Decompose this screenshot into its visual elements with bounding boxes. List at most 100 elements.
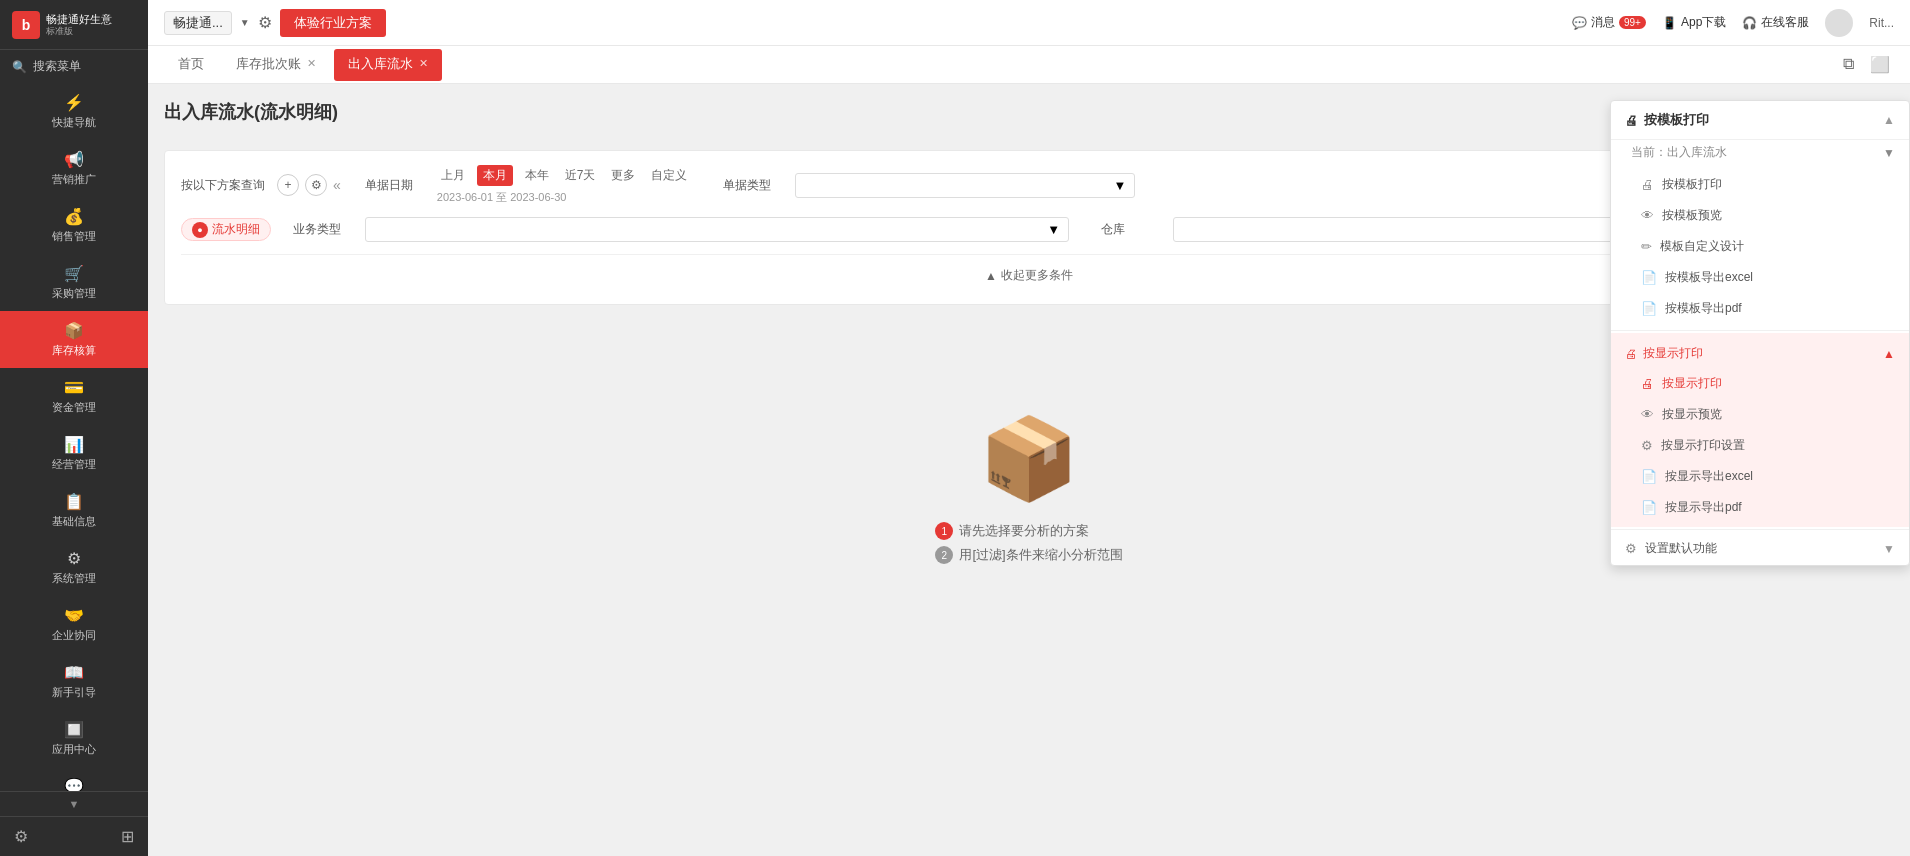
sidebar-item-system[interactable]: ⚙ 系统管理	[0, 539, 148, 596]
sidebar-item-wechat[interactable]: 💬 企业微信	[0, 767, 148, 791]
display-section-toggle[interactable]: ▲	[1883, 347, 1895, 361]
dropdown-item-display-pdf[interactable]: 📄 按显示导出pdf	[1611, 492, 1909, 523]
sidebar-item-inventory[interactable]: 📦 库存核算	[0, 311, 148, 368]
type-dropdown[interactable]: ▼	[795, 173, 1135, 198]
display-excel-icon: 📄	[1641, 469, 1657, 484]
date-tab-7days[interactable]: 近7天	[561, 165, 600, 186]
header-gear-icon[interactable]: ⚙	[258, 13, 272, 32]
step-1-num: 1	[935, 522, 953, 540]
date-tab-last-month[interactable]: 上月	[437, 165, 469, 186]
filter-collapse-btn[interactable]: «	[333, 177, 341, 193]
sidebar-search-item[interactable]: 🔍 搜索菜单	[0, 50, 148, 83]
collapse-sidebar-icon[interactable]: ⊞	[121, 827, 134, 846]
system-icon: ⚙	[67, 549, 81, 568]
date-tab-custom[interactable]: 自定义	[647, 165, 691, 186]
company-dropdown-arrow[interactable]: ▼	[240, 17, 250, 28]
business-type-label: 业务类型	[293, 221, 353, 238]
sidebar-item-label: 营销推广	[52, 172, 96, 187]
tab-flow-close[interactable]: ✕	[419, 57, 428, 70]
filter-add-btn[interactable]: +	[277, 174, 299, 196]
app-download-label: App下载	[1681, 14, 1726, 31]
dropdown-item-template-excel[interactable]: 📄 按模板导出excel	[1611, 262, 1909, 293]
app-download-btn[interactable]: 📱 App下载	[1662, 14, 1726, 31]
collapse-filter-label: 收起更多条件	[1001, 267, 1073, 284]
dropdown-display-header[interactable]: 🖨 按显示打印 ▲	[1611, 337, 1909, 368]
messages-btn[interactable]: 💬 消息 99+	[1572, 14, 1646, 31]
sidebar-item-basic[interactable]: 📋 基础信息	[0, 482, 148, 539]
filter-settings-btn[interactable]: ⚙	[305, 174, 327, 196]
step-2-num: 2	[935, 546, 953, 564]
tab-flow-label: 出入库流水	[348, 55, 413, 73]
window-maximize-icon[interactable]: ⬜	[1866, 53, 1894, 76]
online-service-btn[interactable]: 🎧 在线客服	[1742, 14, 1809, 31]
messages-label: 消息	[1591, 14, 1615, 31]
window-restore-icon[interactable]: ⧉	[1839, 53, 1858, 76]
display-print-label: 按显示打印	[1662, 375, 1722, 392]
sidebar-item-purchase[interactable]: 🛒 采购管理	[0, 254, 148, 311]
header-right: 💬 消息 99+ 📱 App下载 🎧 在线客服 Rit...	[1572, 9, 1894, 37]
dropdown-item-display-settings[interactable]: ⚙ 按显示打印设置	[1611, 430, 1909, 461]
display-settings-label: 按显示打印设置	[1661, 437, 1745, 454]
dropdown-item-display-print[interactable]: 🖨 按显示打印	[1611, 368, 1909, 399]
dropdown-toggle-icon[interactable]: ▲	[1883, 113, 1895, 127]
display-pdf-label: 按显示导出pdf	[1665, 499, 1742, 516]
template-excel-icon: 📄	[1641, 270, 1657, 285]
date-range-display: 2023-06-01 至 2023-06-30	[437, 190, 692, 205]
inventory-icon: 📦	[64, 321, 84, 340]
collab-icon: 🤝	[64, 606, 84, 625]
sidebar-item-quicknav[interactable]: ⚡ 快捷导航	[0, 83, 148, 140]
company-selector[interactable]: 畅捷通...	[164, 11, 232, 35]
settings-footer-icon[interactable]: ⚙	[14, 827, 28, 846]
template-preview-icon: 👁	[1641, 208, 1654, 223]
guide-icon: 📖	[64, 663, 84, 682]
date-tab-this-month[interactable]: 本月	[477, 165, 513, 186]
template-print-icon: 🖨	[1641, 177, 1654, 192]
sidebar-item-appstore[interactable]: 🔲 应用中心	[0, 710, 148, 767]
tab-flow[interactable]: 出入库流水 ✕	[334, 49, 442, 81]
empty-steps: 1 请先选择要分析的方案 2 用[过滤]条件来缩小分析范围	[935, 522, 1122, 570]
dropdown-item-display-excel[interactable]: 📄 按显示导出excel	[1611, 461, 1909, 492]
sidebar-item-collab[interactable]: 🤝 企业协同	[0, 596, 148, 653]
dropdown-item-template-preview[interactable]: 👁 按模板预览	[1611, 200, 1909, 231]
sidebar-search-label: 搜索菜单	[33, 58, 81, 75]
date-tab-more[interactable]: 更多	[607, 165, 639, 186]
phone-icon: 📱	[1662, 16, 1677, 30]
trial-button[interactable]: 体验行业方案	[280, 9, 386, 37]
dropdown-item-template-print[interactable]: 🖨 按模板打印	[1611, 169, 1909, 200]
sidebar-item-label: 基础信息	[52, 514, 96, 529]
edition-badge: 标准版	[46, 26, 112, 38]
dropdown-item-template-pdf[interactable]: 📄 按模板导出pdf	[1611, 293, 1909, 324]
type-filter-label: 单据类型	[723, 177, 783, 194]
sidebar-scroll-down[interactable]: ▼	[69, 798, 80, 810]
sidebar-item-finance[interactable]: 💳 资金管理	[0, 368, 148, 425]
dropdown-display-label: 按显示打印	[1643, 345, 1703, 362]
user-avatar[interactable]	[1825, 9, 1853, 37]
empty-state-icon: 📦	[979, 412, 1079, 506]
dropdown-current-arrow[interactable]: ▼	[1883, 146, 1895, 160]
sidebar-item-label: 企业协同	[52, 628, 96, 643]
display-excel-label: 按显示导出excel	[1665, 468, 1753, 485]
header-user-section: 畅捷通... ▼ ⚙ 体验行业方案	[164, 9, 1572, 37]
collapse-filter-btn[interactable]: ▲ 收起更多条件	[979, 261, 1079, 290]
dropdown-item-default-setting[interactable]: ⚙ 设置默认功能 ▼	[1611, 532, 1909, 565]
dropdown-item-display-preview[interactable]: 👁 按显示预览	[1611, 399, 1909, 430]
business-type-dropdown[interactable]: ▼	[365, 217, 1069, 242]
sidebar-item-operations[interactable]: 📊 经营管理	[0, 425, 148, 482]
sidebar-item-sales[interactable]: 💰 销售管理	[0, 197, 148, 254]
step-2-text: 用[过滤]条件来缩小分析范围	[959, 546, 1122, 564]
tab-batch-account-label: 库存批次账	[236, 55, 301, 73]
sidebar-item-marketing[interactable]: 📢 营销推广	[0, 140, 148, 197]
tab-batch-account[interactable]: 库存批次账 ✕	[222, 49, 330, 81]
tab-home[interactable]: 首页	[164, 49, 218, 81]
dropdown-section-template: 🖨 按模板打印 👁 按模板预览 ✏ 模板自定义设计 📄 按模板导出excel 📄…	[1611, 165, 1909, 328]
sidebar-item-label: 资金管理	[52, 400, 96, 415]
sidebar-item-label: 应用中心	[52, 742, 96, 757]
dropdown-item-template-design[interactable]: ✏ 模板自定义设计	[1611, 231, 1909, 262]
template-design-label: 模板自定义设计	[1660, 238, 1744, 255]
template-design-icon: ✏	[1641, 239, 1652, 254]
basic-icon: 📋	[64, 492, 84, 511]
sidebar-item-guide[interactable]: 📖 新手引导	[0, 653, 148, 710]
display-preview-icon: 👁	[1641, 407, 1654, 422]
tab-batch-account-close[interactable]: ✕	[307, 57, 316, 70]
date-tab-this-year[interactable]: 本年	[521, 165, 553, 186]
